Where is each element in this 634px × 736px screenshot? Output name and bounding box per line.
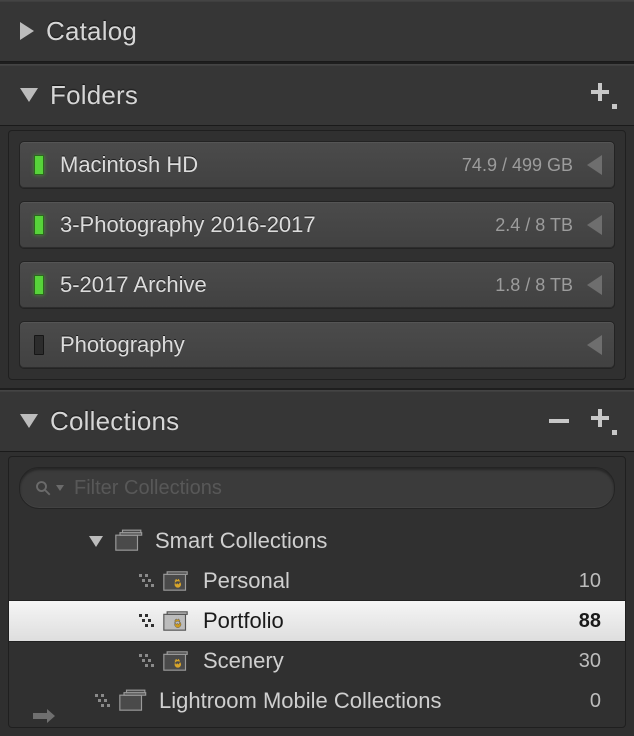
smart-collection-icon — [163, 609, 193, 633]
chevron-left-icon[interactable] — [587, 335, 602, 355]
volume-status-icon — [34, 275, 44, 295]
row-count: 0 — [571, 690, 601, 713]
search-icon — [34, 479, 52, 497]
volume-status-icon — [34, 335, 44, 355]
drag-handle-icon — [139, 574, 153, 588]
row-count: 10 — [571, 570, 601, 593]
volume-row[interactable]: 5-2017 Archive 1.8 / 8 TB — [19, 261, 615, 309]
drag-handle-icon — [95, 694, 109, 708]
row-count: 88 — [571, 610, 601, 633]
volume-row[interactable]: Photography — [19, 321, 615, 369]
volume-name: 3-Photography 2016-2017 — [60, 212, 495, 238]
chevron-down-icon — [89, 536, 103, 547]
smart-collection-icon — [163, 649, 193, 673]
volume-stat: 1.8 / 8 TB — [495, 275, 573, 296]
volume-row[interactable]: 3-Photography 2016-2017 2.4 / 8 TB — [19, 201, 615, 249]
volume-status-icon — [34, 155, 44, 175]
row-count: 30 — [571, 650, 601, 673]
minus-icon — [549, 419, 569, 423]
collections-header[interactable]: Collections — [0, 390, 634, 452]
collection-set-icon — [119, 689, 149, 713]
collection-row[interactable]: Personal 10 — [19, 561, 615, 601]
folders-header[interactable]: Folders — [0, 64, 634, 126]
chevron-left-icon[interactable] — [587, 275, 602, 295]
collection-set-icon — [115, 529, 145, 553]
volume-name: 5-2017 Archive — [60, 272, 495, 298]
collections-body: Smart Collections Personal 10 Portfolio … — [8, 456, 626, 728]
volume-stat: 2.4 / 8 TB — [495, 215, 573, 236]
volumes-list: Macintosh HD 74.9 / 499 GB 3-Photography… — [8, 130, 626, 380]
add-folder-button[interactable] — [588, 80, 618, 110]
chevron-down-icon — [56, 485, 64, 491]
chevron-left-icon[interactable] — [587, 155, 602, 175]
lightroom-mobile-collections-row[interactable]: Lightroom Mobile Collections 0 — [19, 681, 615, 721]
collection-row[interactable]: Scenery 30 — [19, 641, 615, 681]
smart-collections-row[interactable]: Smart Collections — [19, 521, 615, 561]
volume-row[interactable]: Macintosh HD 74.9 / 499 GB — [19, 141, 615, 189]
row-label: Smart Collections — [145, 528, 601, 554]
row-label: Personal — [193, 568, 571, 594]
filter-collections-field[interactable] — [19, 467, 615, 509]
filter-input[interactable] — [72, 476, 600, 501]
remove-collection-button[interactable] — [544, 406, 574, 436]
row-label: Portfolio — [193, 608, 571, 634]
collection-row[interactable]: Portfolio 88 — [9, 601, 625, 641]
catalog-title: Catalog — [34, 16, 618, 47]
row-label: Scenery — [193, 648, 571, 674]
catalog-header[interactable]: Catalog — [0, 0, 634, 62]
smart-collection-icon — [163, 569, 193, 593]
volume-status-icon — [34, 215, 44, 235]
plus-icon — [591, 83, 615, 107]
volume-name: Photography — [60, 332, 573, 358]
plus-icon — [591, 409, 615, 433]
add-collection-button[interactable] — [588, 406, 618, 436]
drag-handle-icon — [139, 614, 153, 628]
chevron-down-icon — [20, 414, 38, 428]
chevron-down-icon — [20, 88, 38, 102]
chevron-left-icon[interactable] — [587, 215, 602, 235]
row-label: Lightroom Mobile Collections — [149, 688, 571, 714]
folders-title: Folders — [38, 80, 574, 111]
volume-stat: 74.9 / 499 GB — [462, 155, 573, 176]
drag-handle-icon — [139, 654, 153, 668]
chevron-right-icon — [20, 22, 34, 40]
collections-title: Collections — [38, 406, 530, 437]
sync-arrow-icon — [31, 705, 57, 725]
volume-name: Macintosh HD — [60, 152, 462, 178]
